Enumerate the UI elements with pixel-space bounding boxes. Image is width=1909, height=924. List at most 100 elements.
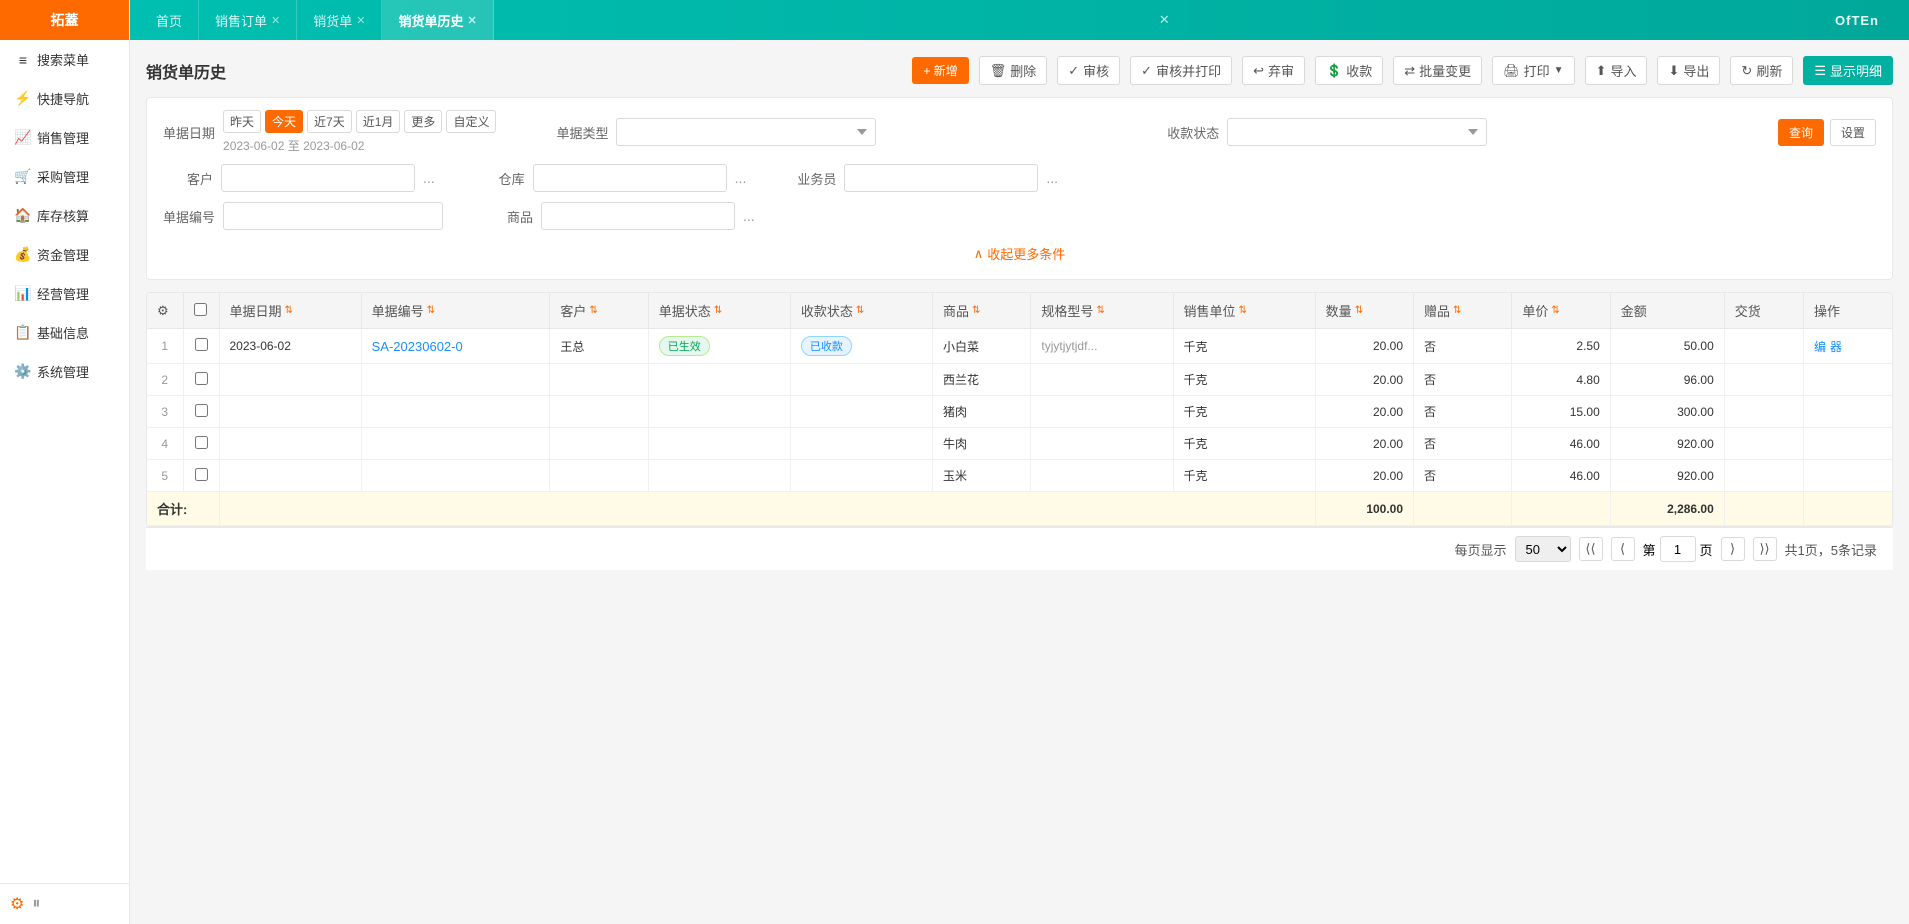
collapse-button[interactable]: ∧ 收起更多条件 (163, 240, 1876, 267)
row-customer (550, 396, 648, 428)
sidebar-collapse-icon[interactable]: ⏸ (32, 895, 40, 913)
tab-sales-history[interactable]: 销货单历史 ✕ (382, 0, 493, 40)
sort-doc-number[interactable]: 单据编号 ⇅ (372, 301, 435, 320)
tab-sales-order-label: 销售订单 (215, 11, 267, 30)
sort-quantity[interactable]: 数量 ⇅ (1326, 301, 1363, 320)
date-btn-1month[interactable]: 近1月 (356, 110, 401, 133)
sidebar-item-finance[interactable]: 💰 资金管理 (0, 235, 129, 274)
tab-sales-delivery-close[interactable]: ✕ (356, 14, 365, 27)
tab-sales-history-close[interactable]: ✕ (468, 14, 477, 27)
sidebar-item-sales-mgmt[interactable]: 📈 销售管理 (0, 118, 129, 157)
row-doc-date (219, 396, 361, 428)
first-page-btn[interactable]: ⟨⟨ (1579, 537, 1603, 561)
delete-button[interactable]: 🗑 删除 (979, 56, 1048, 85)
collect-status-select[interactable] (1227, 118, 1487, 146)
summary-total-amount: 2,286.00 (1610, 492, 1724, 526)
filter-panel: 单据日期 昨天 今天 近7天 近1月 更多 自定义 2023-06-02 至 2… (146, 97, 1893, 280)
row-checkbox[interactable] (195, 436, 208, 449)
sidebar-item-purchase-mgmt[interactable]: 🛒 采购管理 (0, 157, 129, 196)
tab-sales-order-close[interactable]: ✕ (271, 14, 280, 27)
refresh-button[interactable]: ↻ 刷新 (1730, 56, 1793, 85)
col-doc-date-label: 单据日期 (230, 301, 282, 320)
sort-doc-status[interactable]: 单据状态 ⇅ (659, 301, 722, 320)
sidebar-settings-icon[interactable]: ⚙ (10, 894, 24, 914)
row-checkbox[interactable] (195, 372, 208, 385)
date-btn-today[interactable]: 今天 (265, 110, 303, 133)
abandon-button[interactable]: ↩ 弃审 (1242, 56, 1305, 85)
table-row: 3猪肉千克20.00否15.00300.00 (147, 396, 1892, 428)
per-page-select[interactable]: 20 50 100 (1515, 536, 1571, 562)
collect-button[interactable]: 💲 收款 (1315, 56, 1383, 85)
customer-input[interactable] (221, 164, 415, 192)
date-btn-7days[interactable]: 近7天 (307, 110, 352, 133)
col-sales-unit-label: 销售单位 (1184, 301, 1236, 320)
col-settings[interactable]: ⚙ (147, 293, 183, 329)
export-button[interactable]: ⬇ 导出 (1657, 56, 1720, 85)
show-detail-button[interactable]: ☰ 显示明细 (1803, 56, 1893, 85)
last-page-btn[interactable]: ⟩⟩ (1753, 537, 1777, 561)
date-btn-more[interactable]: 更多 (404, 110, 442, 133)
print-button[interactable]: 🖨 打印 ▼ (1492, 56, 1574, 85)
sidebar-item-quick-nav[interactable]: ⚡ 快捷导航 (0, 79, 129, 118)
prev-page-btn[interactable]: ⟨ (1611, 537, 1635, 561)
sort-customer[interactable]: 客户 ⇅ (560, 301, 597, 320)
row-amount: 50.00 (1610, 329, 1724, 364)
doc-number-link[interactable]: SA-20230602-0 (372, 339, 463, 354)
sort-collect-status[interactable]: 收款状态 ⇅ (801, 301, 864, 320)
goods-input[interactable] (541, 202, 735, 230)
tabs-close-all[interactable]: ✕ (1159, 12, 1170, 28)
date-btn-custom[interactable]: 自定义 (446, 110, 496, 133)
tab-sales-delivery[interactable]: 销货单 ✕ (297, 0, 382, 40)
settings-btn[interactable]: 设置 (1830, 119, 1876, 146)
sidebar-item-operations[interactable]: 📊 经营管理 (0, 274, 129, 313)
tab-sales-order[interactable]: 销售订单 ✕ (199, 0, 297, 40)
sort-spec-type[interactable]: 规格型号 ⇅ (1041, 301, 1104, 320)
goods-dots[interactable]: ... (743, 208, 755, 224)
sidebar-item-sys-mgmt[interactable]: ⚙️ 系统管理 (0, 352, 129, 391)
sort-sales-unit[interactable]: 销售单位 ⇅ (1184, 301, 1247, 320)
col-actions: 操作 (1803, 293, 1892, 329)
salesperson-input[interactable] (844, 164, 1038, 192)
sort-gift[interactable]: 赠品 ⇅ (1424, 301, 1461, 320)
date-btn-yesterday[interactable]: 昨天 (223, 110, 261, 133)
sidebar-logo: 拓蓋 (0, 0, 129, 40)
date-range-display: 2023-06-02 至 2023-06-02 (223, 137, 496, 154)
row-checkbox[interactable] (195, 468, 208, 481)
sales-mgmt-icon: 📈 (15, 130, 31, 146)
customer-dots[interactable]: ... (423, 170, 435, 186)
batch-change-button[interactable]: ⇄ 批量变更 (1393, 56, 1482, 85)
sort-icon-collect-status: ⇅ (856, 305, 864, 316)
sort-goods[interactable]: 商品 ⇅ (943, 301, 980, 320)
sidebar-item-inventory[interactable]: 🏠 库存核算 (0, 196, 129, 235)
page-input[interactable] (1660, 536, 1696, 562)
row-checkbox[interactable] (195, 404, 208, 417)
new-button[interactable]: + 新增 (912, 57, 968, 84)
salesperson-dots[interactable]: ... (1046, 170, 1058, 186)
row-gift: 否 (1414, 329, 1512, 364)
import-button[interactable]: ⬆ 导入 (1585, 56, 1648, 85)
warehouse-dots[interactable]: ... (735, 170, 747, 186)
more-action[interactable]: 器 (1830, 340, 1842, 354)
doc-number-input[interactable] (223, 202, 443, 230)
row-amount: 96.00 (1610, 364, 1724, 396)
sidebar-item-search-menu[interactable]: ≡ 搜索菜单 (0, 40, 129, 79)
col-unit-price: 单价 ⇅ (1512, 293, 1610, 329)
col-unit-price-label: 单价 (1522, 301, 1548, 320)
sidebar-item-basic-info[interactable]: 📋 基础信息 (0, 313, 129, 352)
tab-home[interactable]: 首页 (140, 0, 199, 40)
filter-warehouse: 仓库 ... (475, 164, 747, 192)
content-area: 销货单历史 + 新增 🗑 删除 ✓ 审核 ✓ 审核并打印 ↩ 弃审 (130, 40, 1909, 924)
row-checkbox[interactable] (195, 338, 208, 351)
next-page-btn[interactable]: ⟩ (1721, 537, 1745, 561)
sort-doc-date[interactable]: 单据日期 ⇅ (230, 301, 293, 320)
select-all-checkbox[interactable] (194, 303, 207, 316)
audit-button[interactable]: ✓ 审核 (1057, 56, 1120, 85)
audit-print-button[interactable]: ✓ 审核并打印 (1130, 56, 1232, 85)
table-settings-icon[interactable]: ⚙ (157, 303, 169, 318)
warehouse-input[interactable] (533, 164, 727, 192)
doc-type-select[interactable] (616, 118, 876, 146)
edit-action[interactable]: 编 (1814, 340, 1826, 354)
row-spec-type (1031, 460, 1173, 492)
query-button[interactable]: 查询 (1778, 119, 1824, 146)
sort-unit-price[interactable]: 单价 ⇅ (1522, 301, 1559, 320)
